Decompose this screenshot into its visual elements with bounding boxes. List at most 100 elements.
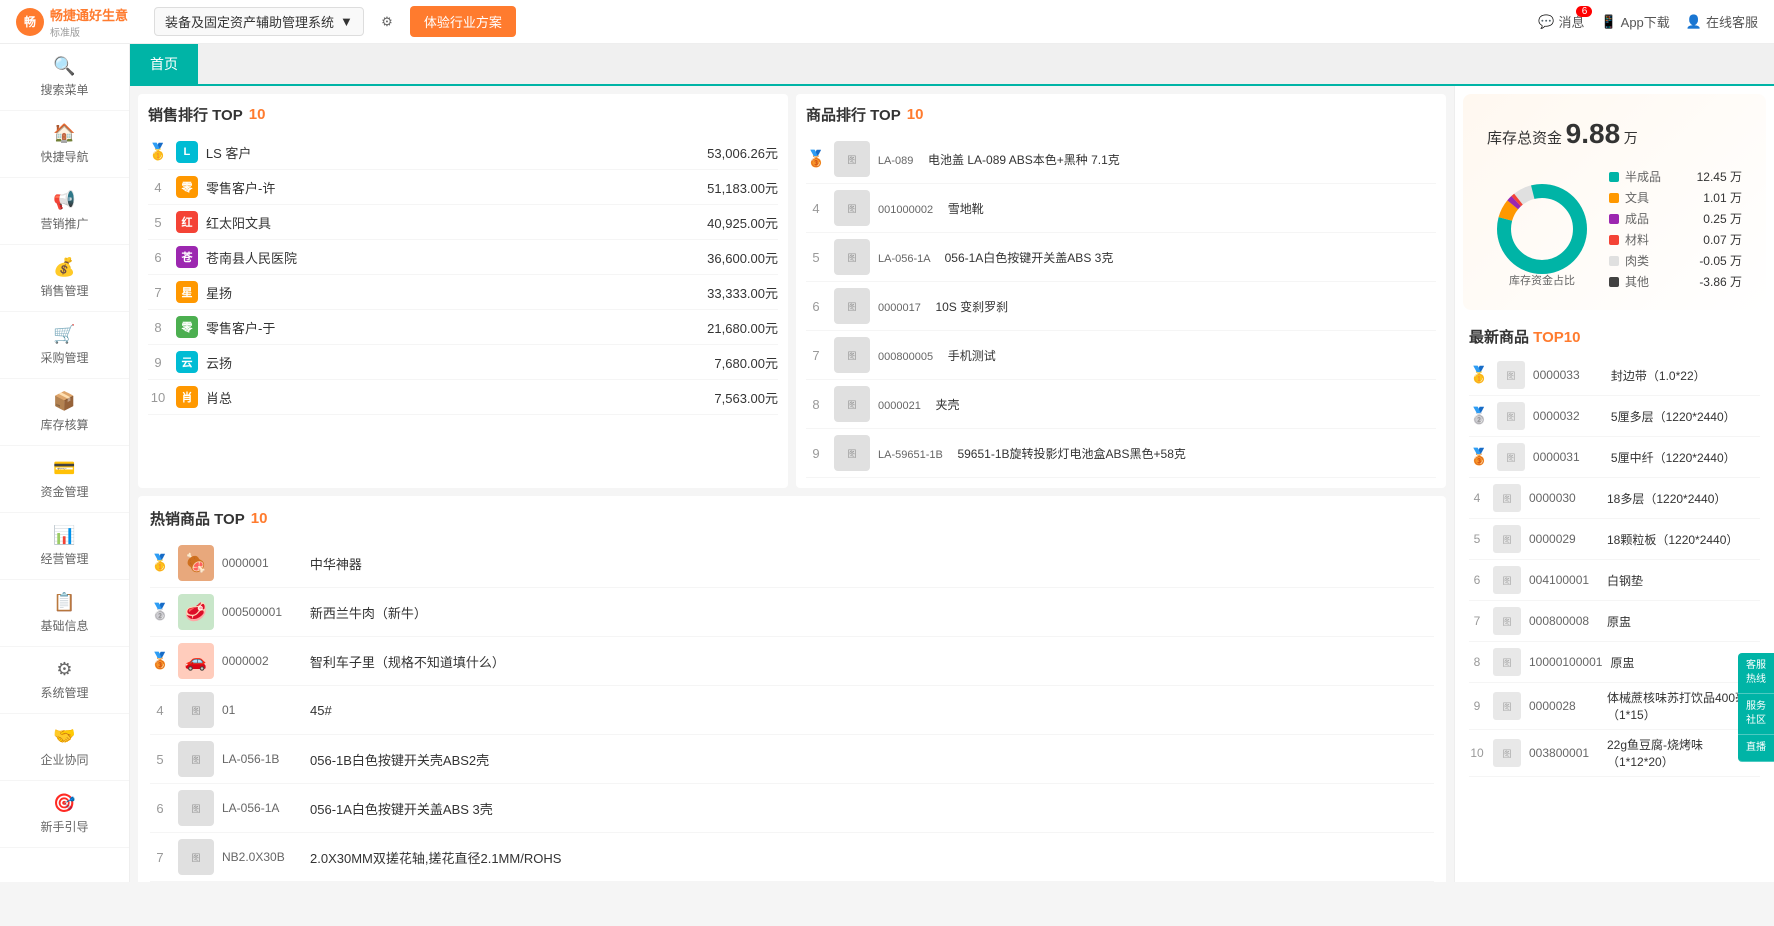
settings-button[interactable]: ⚙ bbox=[372, 7, 402, 37]
new-thumb-9: 图 bbox=[1493, 692, 1521, 720]
sidebar-item-search[interactable]: 🔍 搜索菜单 bbox=[0, 44, 129, 111]
sales-ranking-suffix: 10 bbox=[249, 106, 266, 123]
search-icon: 🔍 bbox=[53, 56, 75, 77]
sidebar-item-home[interactable]: 🏠 快捷导航 bbox=[0, 111, 129, 178]
sales-ranking-section: 销售排行 TOP 10 🥇 L LS 客户 53,006.26元 bbox=[138, 94, 788, 488]
new-name-6: 白钢垫 bbox=[1607, 572, 1760, 589]
new-thumb-6: 图 bbox=[1493, 566, 1521, 594]
hot-rank-6: 6 bbox=[150, 801, 170, 816]
newest-title-highlight: TOP10 bbox=[1533, 329, 1580, 346]
prod-name-3: 电池盖 LA-089 ABS本色+黑种 7.1克 bbox=[928, 153, 1120, 167]
new-thumb-10: 图 bbox=[1493, 739, 1521, 767]
online-service-label: 在线客服 bbox=[1706, 12, 1758, 31]
prod-rank-row-3: 🥉 图 LA-089 电池盖 LA-089 ABS本色+黑种 7.1克 bbox=[806, 135, 1436, 184]
hot-products-suffix: 10 bbox=[251, 510, 268, 527]
legend-dot-1 bbox=[1609, 172, 1619, 182]
hot-thumb-img-3: 🚗 bbox=[185, 651, 207, 672]
message-button[interactable]: 💬 消息 6 bbox=[1538, 12, 1584, 31]
online-service-button[interactable]: 👤 在线客服 bbox=[1686, 12, 1758, 31]
nav-tabs: 首页 bbox=[130, 44, 1774, 86]
prod-rank-num-4: 4 bbox=[806, 201, 826, 216]
prod-name-9: 59651-1B旋转投影灯电池盒ABS黑色+58克 bbox=[957, 447, 1185, 461]
sidebar-item-marketing[interactable]: 📢 营销推广 bbox=[0, 178, 129, 245]
customer-name-5: 红太阳文具 bbox=[206, 213, 699, 232]
new-rank-9: 9 bbox=[1469, 699, 1485, 713]
sales-rank-row-10: 10 肖 肖总 7,563.00元 bbox=[148, 380, 778, 415]
prod-info-9: LA-59651-1B 59651-1B旋转投影灯电池盒ABS黑色+58克 bbox=[878, 445, 1436, 462]
sidebar-label-search: 搜索菜单 bbox=[40, 81, 88, 98]
hot-name-7: 2.0X30MM双搓花轴,搓花直径2.1MM/ROHS bbox=[310, 848, 561, 867]
new-rank-7: 7 bbox=[1469, 614, 1485, 628]
legend-value-3: 0.25 万 bbox=[1703, 210, 1742, 227]
prod-rank-num-7: 7 bbox=[806, 348, 826, 363]
sidebar-item-inventory[interactable]: 📦 库存核算 bbox=[0, 379, 129, 446]
system-selector[interactable]: 装备及固定资产辅助管理系统 ▼ bbox=[154, 7, 364, 36]
sidebar-item-collab[interactable]: 🤝 企业协同 bbox=[0, 714, 129, 781]
sidebar-item-purchase[interactable]: 🛒 采购管理 bbox=[0, 312, 129, 379]
service-hotline-button[interactable]: 客服热线 bbox=[1738, 653, 1774, 694]
prod-code-7: 000800005 bbox=[878, 351, 944, 363]
middle-panel: 销售排行 TOP 10 🥇 L LS 客户 53,006.26元 bbox=[130, 86, 1454, 882]
inventory-header: 库存总资金 9.88 万 bbox=[1473, 104, 1756, 158]
product-ranking-section: 商品排行 TOP 10 🥉 图 LA-089 电池盖 LA-089 ABS本色+… bbox=[796, 94, 1446, 488]
sidebar-label-inventory: 库存核算 bbox=[40, 416, 88, 433]
system-name: 装备及固定资产辅助管理系统 bbox=[165, 12, 334, 31]
medal-gold-1: 🥇 bbox=[148, 142, 168, 162]
sidebar-item-system[interactable]: ⚙ 系统管理 bbox=[0, 647, 129, 714]
operations-icon: 📊 bbox=[53, 525, 75, 546]
service-float: 客服热线 服务社区 直播 bbox=[1738, 653, 1774, 762]
legend-dot-2 bbox=[1609, 193, 1619, 203]
sidebar-label-collab: 企业协同 bbox=[40, 751, 88, 768]
prod-thumb-6: 图 bbox=[834, 288, 870, 324]
system-icon: ⚙ bbox=[56, 659, 72, 680]
customer-amount-6: 36,600.00元 bbox=[707, 248, 778, 267]
hot-thumb-7: 图 bbox=[178, 839, 214, 875]
service-live-button[interactable]: 直播 bbox=[1738, 735, 1774, 762]
app-download-button[interactable]: 📱 App下载 bbox=[1600, 12, 1669, 31]
badge-4: 零 bbox=[176, 176, 198, 198]
community-label: 服务社区 bbox=[1746, 700, 1766, 728]
prod-code-4: 001000002 bbox=[878, 204, 944, 216]
new-name-3: 5厘中纤（1220*2440） bbox=[1611, 449, 1760, 466]
legend-dot-5 bbox=[1609, 256, 1619, 266]
new-thumb-7: 图 bbox=[1493, 607, 1521, 635]
content-area: 销售排行 TOP 10 🥇 L LS 客户 53,006.26元 bbox=[130, 86, 1774, 882]
prod-thumb-4: 图 bbox=[834, 190, 870, 226]
sidebar-item-guide[interactable]: 🎯 新手引导 bbox=[0, 781, 129, 848]
mobile-icon: 📱 bbox=[1600, 14, 1616, 30]
logo-badge: 标准版 bbox=[50, 24, 128, 39]
new-rank-8: 8 bbox=[1469, 655, 1485, 669]
purchase-icon: 🛒 bbox=[53, 324, 75, 345]
tab-home[interactable]: 首页 bbox=[130, 44, 198, 84]
hot-thumb-img-1: 🍖 bbox=[185, 553, 207, 574]
legend-item-6: 其他 -3.86 万 bbox=[1609, 271, 1742, 292]
customer-name-10: 肖总 bbox=[206, 388, 706, 407]
topbar-left: 畅 畅捷通好生意 标准版 装备及固定资产辅助管理系统 ▼ ⚙ 体验行业方案 bbox=[16, 5, 516, 39]
sidebar-label-marketing: 营销推广 bbox=[40, 215, 88, 232]
inventory-title: 库存总资金 bbox=[1487, 130, 1562, 147]
prod-rank-row-4: 4 图 001000002 雪地靴 bbox=[806, 184, 1436, 233]
new-name-5: 18颗粒板（1220*2440） bbox=[1607, 531, 1760, 548]
badge-7: 星 bbox=[176, 281, 198, 303]
sidebar-item-basics[interactable]: 📋 基础信息 bbox=[0, 580, 129, 647]
experience-button[interactable]: 体验行业方案 bbox=[410, 6, 516, 37]
product-ranking-title-text: 商品排行 TOP bbox=[806, 104, 901, 125]
sidebar-item-operations[interactable]: 📊 经营管理 bbox=[0, 513, 129, 580]
inventory-section: 库存总资金 9.88 万 bbox=[1463, 94, 1766, 310]
prod-thumb-7: 图 bbox=[834, 337, 870, 373]
logo-area: 畅 畅捷通好生意 标准版 bbox=[16, 5, 146, 39]
prod-info-6: 0000017 10S 变刹罗刹 bbox=[878, 298, 1436, 315]
new-name-7: 原盅 bbox=[1607, 613, 1760, 630]
prod-thumb-9: 图 bbox=[834, 435, 870, 471]
topbar-right: 💬 消息 6 📱 App下载 👤 在线客服 bbox=[1538, 12, 1758, 31]
sidebar-item-sales[interactable]: 💰 销售管理 bbox=[0, 245, 129, 312]
customer-amount-9: 7,680.00元 bbox=[714, 353, 778, 372]
app-download-label: App下载 bbox=[1621, 12, 1670, 31]
sidebar-item-finance[interactable]: 💳 资金管理 bbox=[0, 446, 129, 513]
prod-name-6: 10S 变刹罗刹 bbox=[935, 300, 1008, 314]
service-community-button[interactable]: 服务社区 bbox=[1738, 694, 1774, 735]
new-code-1: 0000033 bbox=[1533, 368, 1603, 382]
sales-rank-row-8: 8 零 零售客户-于 21,680.00元 bbox=[148, 310, 778, 345]
legend-value-1: 12.45 万 bbox=[1697, 168, 1742, 185]
prod-info-5: LA-056-1A 056-1A白色按键开关盖ABS 3克 bbox=[878, 249, 1436, 266]
